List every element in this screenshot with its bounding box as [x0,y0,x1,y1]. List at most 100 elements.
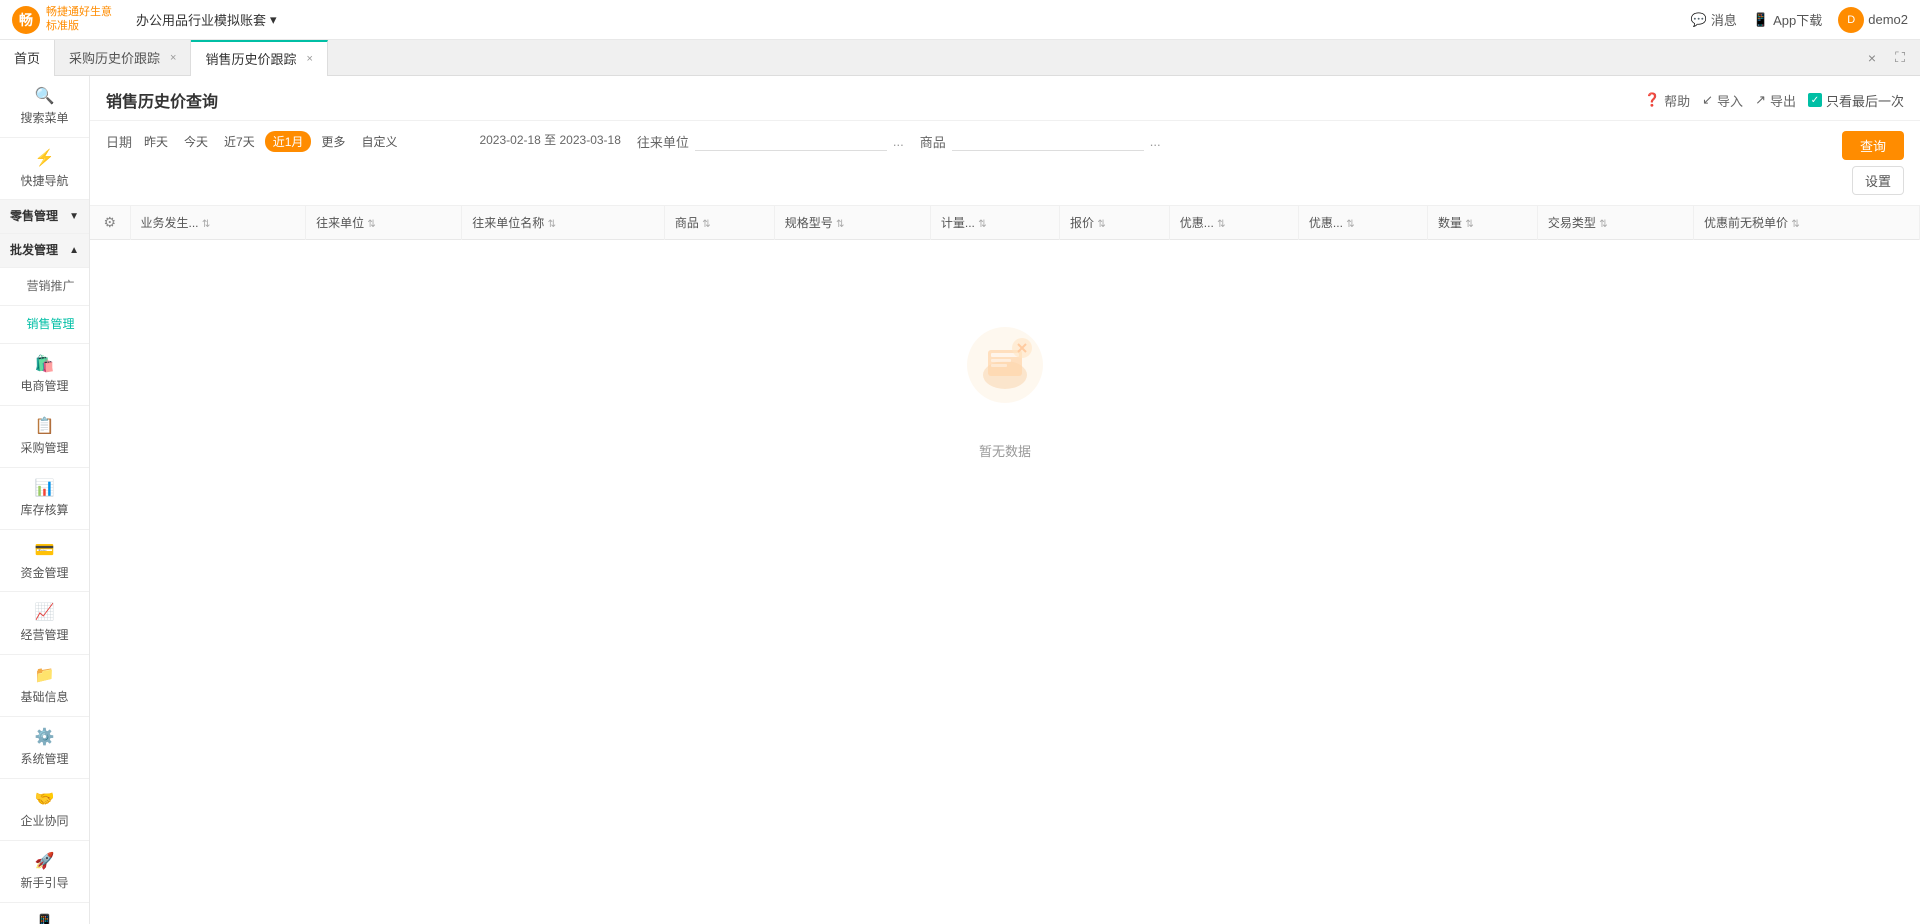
col-trade-type[interactable]: 交易类型 ⇅ [1537,206,1693,240]
ecommerce-icon: 🛍️ [35,354,55,376]
sort-icon: ⇅ [978,219,986,230]
empty-text: 暂无数据 [979,441,1031,460]
sidebar-label-shortcut: 快捷导航 [20,173,68,190]
phone-icon: 📱 [1753,12,1769,28]
sidebar-item-newbie[interactable]: 🚀 新手引导 [0,841,89,903]
sidebar-item-inventory[interactable]: 📊 库存核算 [0,468,89,530]
date-btn-more[interactable]: 更多 [315,131,351,152]
sidebar-item-enterprise[interactable]: 🤝 企业协同 [0,779,89,841]
topbar: 畅 畅捷通好生意 标准版 办公用品行业模拟账套 ▾ 💬 消息 📱 App下载 D… [0,0,1920,40]
product-filter-group: 商品 ... [920,131,1161,151]
sidebar-item-shortcut[interactable]: ⚡ 快捷导航 [0,138,89,200]
logo-icon: 畅 [12,6,40,34]
close-all-tabs-btn[interactable]: × [1860,46,1884,70]
sidebar-label-retail: 零售管理 [10,208,58,225]
main-layout: 🔍 搜索菜单 ⚡ 快捷导航 零售管理 ▼ 批发管理 ▲ 营销推广 销售管理 🛍️… [0,76,1920,924]
tab-purchase-history[interactable]: 采购历史价跟踪 × [55,40,191,76]
sidebar-item-finance[interactable]: 💳 资金管理 [0,530,89,592]
import-icon: ↙ [1702,92,1713,108]
sidebar-item-ecommerce[interactable]: 🛍️ 电商管理 [0,344,89,406]
tab-sales-close-icon[interactable]: × [306,53,312,65]
date-btn-yesterday[interactable]: 昨天 [138,131,174,152]
sort-icon: ⇅ [702,219,710,230]
customer-dots[interactable]: ... [893,134,904,149]
sidebar-label-operations: 经营管理 [20,627,68,644]
sidebar-label-purchase: 采购管理 [20,440,68,457]
sidebar-label-newbie: 新手引导 [20,875,68,892]
sidebar-item-appstore[interactable]: 📱 应用中心 [0,903,89,924]
sidebar-label-finance: 资金管理 [20,565,68,582]
settings-button[interactable]: 设置 [1852,166,1904,195]
avatar: D [1838,7,1864,33]
query-button[interactable]: 查询 [1842,131,1904,160]
table-header-row: ⚙ 业务发生... ⇅ 往来单位 ⇅ [90,206,1920,240]
user-menu[interactable]: D demo2 [1838,7,1908,33]
col-price[interactable]: 报价 ⇅ [1060,206,1170,240]
sidebar-item-basic[interactable]: 📁 基础信息 [0,655,89,717]
chevron-down-icon: ▾ [270,12,277,28]
sidebar-item-operations[interactable]: 📈 经营管理 [0,592,89,654]
message-icon: 💬 [1691,12,1707,28]
sidebar-item-purchase[interactable]: 📋 采购管理 [0,406,89,468]
tab-sales-history[interactable]: 销售历史价跟踪 × [191,40,327,76]
page-container: 销售历史价查询 ❓ 帮助 ↙ 导入 ↗ 导出 [90,76,1920,924]
date-btn-1month[interactable]: 近1月 [265,131,312,152]
sort-icon: ⇅ [836,219,844,230]
account-dropdown[interactable]: 办公用品行业模拟账套 ▾ [136,10,277,29]
export-btn[interactable]: ↗ 导出 [1755,91,1796,110]
tab-sales-label: 销售历史价跟踪 [205,49,296,68]
col-partner-code[interactable]: 往来单位 ⇅ [306,206,462,240]
date-filter-group: 日期 昨天 今天 近7天 近1月 更多 自定义 [106,131,403,152]
sidebar-item-wholesale[interactable]: 批发管理 ▲ [0,234,89,268]
sidebar-label-search: 搜索菜单 [20,110,68,127]
sidebar-item-marketing[interactable]: 营销推广 [0,268,89,306]
tab-purchase-label: 采购历史价跟踪 [69,48,160,67]
product-dots[interactable]: ... [1150,134,1161,149]
view-last-checkbox[interactable] [1808,93,1822,107]
product-input[interactable] [952,131,1144,151]
sort-icon: ⇅ [1097,219,1105,230]
col-pre-tax-price[interactable]: 优惠前无税单价 ⇅ [1694,206,1920,240]
col-gear[interactable]: ⚙ [90,206,130,240]
col-partner-name[interactable]: 往来单位名称 ⇅ [462,206,665,240]
customer-input[interactable] [695,131,887,151]
tab-home[interactable]: 首页 [0,40,55,76]
tab-purchase-close-icon[interactable]: × [170,52,176,64]
maximize-btn[interactable]: ⛶ [1888,46,1912,70]
sort-icon: ⇅ [202,219,210,230]
date-btn-custom[interactable]: 自定义 [355,131,403,152]
col-discount2[interactable]: 优惠... ⇅ [1298,206,1427,240]
operations-icon: 📈 [35,602,55,624]
date-btn-today[interactable]: 今天 [178,131,214,152]
col-unit[interactable]: 计量... ⇅ [930,206,1059,240]
sidebar-label-basic: 基础信息 [20,689,68,706]
wholesale-chevron-icon: ▲ [69,244,79,258]
filter-row: 日期 昨天 今天 近7天 近1月 更多 自定义 2023-02-18 至 202… [90,121,1920,206]
col-product[interactable]: 商品 ⇅ [664,206,774,240]
view-last-only-option[interactable]: 只看最后一次 [1808,91,1904,110]
col-qty[interactable]: 数量 ⇅ [1428,206,1538,240]
date-btn-7days[interactable]: 近7天 [218,131,261,152]
app-download-btn[interactable]: 📱 App下载 [1753,10,1822,29]
topbar-right: 💬 消息 📱 App下载 D demo2 [1691,7,1908,33]
sidebar: 🔍 搜索菜单 ⚡ 快捷导航 零售管理 ▼ 批发管理 ▲ 营销推广 销售管理 🛍️… [0,76,90,924]
tab-home-label: 首页 [14,48,40,67]
sidebar-item-sales[interactable]: 销售管理 [0,306,89,344]
product-label: 商品 [920,132,946,151]
filter-right: 查询 设置 [1842,131,1904,195]
sidebar-item-retail[interactable]: 零售管理 ▼ [0,200,89,234]
gear-button[interactable]: ⚙ [103,214,116,231]
sort-icon: ⇅ [548,219,556,230]
col-discount1[interactable]: 优惠... ⇅ [1169,206,1298,240]
finance-icon: 💳 [35,540,55,562]
empty-illustration [960,320,1050,429]
sidebar-item-system[interactable]: ⚙️ 系统管理 [0,717,89,779]
import-btn[interactable]: ↙ 导入 [1702,91,1743,110]
col-spec[interactable]: 规格型号 ⇅ [774,206,930,240]
col-biz-date[interactable]: 业务发生... ⇅ [130,206,306,240]
help-btn[interactable]: ❓ 帮助 [1644,91,1690,110]
sidebar-item-search[interactable]: 🔍 搜索菜单 [0,76,89,138]
date-label: 日期 [106,132,132,151]
sidebar-label-marketing: 营销推广 [26,278,74,295]
message-btn[interactable]: 💬 消息 [1691,10,1737,29]
